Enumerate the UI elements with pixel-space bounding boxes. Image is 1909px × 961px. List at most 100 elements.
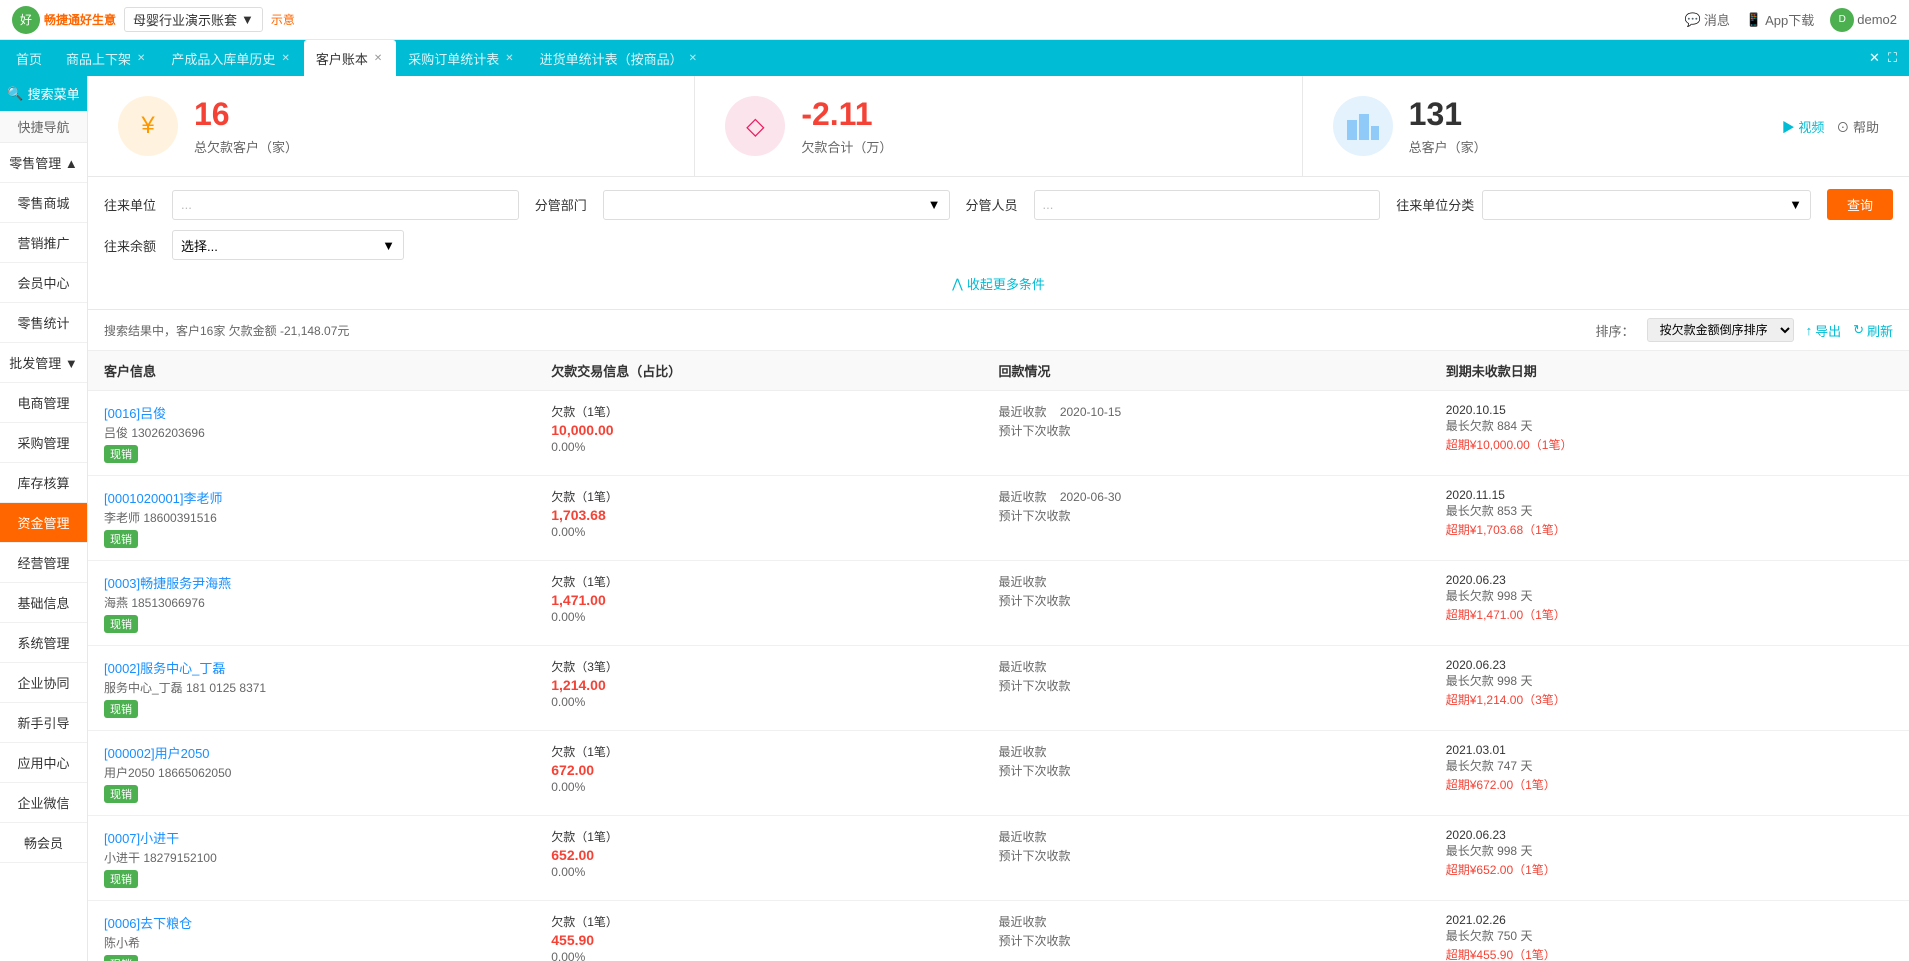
sidebar-item-retail-stats[interactable]: 零售统计 (0, 303, 87, 343)
tab-product-listing[interactable]: 商品上下架 ✕ (54, 40, 159, 76)
sidebar-item-purchase-mgmt[interactable]: 采购管理 (0, 423, 87, 463)
tab-label: 客户账本 (316, 49, 368, 68)
tab-purchase-order[interactable]: 采购订单统计表 ✕ (396, 40, 527, 76)
sidebar-item-app-center[interactable]: 应用中心 (0, 743, 87, 783)
payment-info-cell: 最近收款 预计下次收款 (999, 658, 1446, 694)
sort-select[interactable]: 按欠款金额倒序排序 (1647, 318, 1794, 342)
stat-label-debt-total: 欠款合计（万） (801, 137, 892, 156)
sidebar-item-member[interactable]: 畅会员 (0, 823, 87, 863)
close-icon[interactable]: ✕ (503, 51, 515, 66)
customer-name-link[interactable]: [000002]用户2050 (104, 746, 210, 761)
customer-phone: 小进干 18279152100 (104, 849, 551, 866)
sidebar-item-inventory[interactable]: 库存核算 (0, 463, 87, 503)
help-btn[interactable]: ⊙ 帮助 (1836, 117, 1879, 136)
overdue-link[interactable]: 超期¥652.00（1笔） (1446, 861, 1893, 878)
sidebar-item-enterprise-wechat[interactable]: 企业微信 (0, 783, 87, 823)
top-bar-right: 💬 消息 📱 App下载 D demo2 (1685, 8, 1897, 32)
tab-home[interactable]: 首页 (4, 40, 54, 76)
recent-payment-label: 最近收款 (999, 573, 1446, 590)
overdue-link[interactable]: 超期¥1,471.00（1笔） (1446, 606, 1893, 623)
close-icon[interactable]: ✕ (279, 51, 291, 66)
customer-tag: 现销 (104, 530, 138, 548)
app-download-btn[interactable]: 📱 App下载 (1746, 10, 1814, 29)
sidebar-item-label: 零售商城 (17, 196, 69, 211)
results-summary: 搜索结果中，客户16家 欠款金额 -21,148.07元 (104, 322, 349, 339)
tab-label: 首页 (16, 49, 42, 68)
query-button[interactable]: 查询 (1827, 189, 1893, 220)
filter-person: 分管人员 ... (966, 190, 1381, 220)
refresh-button[interactable]: ↻ 刷新 (1853, 321, 1893, 340)
results-actions: 排序： 按欠款金额倒序排序 ↑ 导出 ↻ 刷新 (1596, 318, 1893, 342)
customer-name-link[interactable]: [0006]去下粮仓 (104, 916, 192, 931)
collapse-button[interactable]: ⋀ 收起更多条件 (104, 270, 1893, 297)
sidebar-item-marketing[interactable]: 营销推广 (0, 223, 87, 263)
sidebar-item-enterprise-collab[interactable]: 企业协同 (0, 663, 87, 703)
payment-info-cell: 最近收款 预计下次收款 (999, 913, 1446, 949)
overdue-link[interactable]: 超期¥1,214.00（3笔） (1446, 691, 1893, 708)
debt-amount: 652.00 (551, 847, 998, 863)
sidebar-item-finance[interactable]: 资金管理 (0, 503, 87, 543)
message-btn[interactable]: 💬 消息 (1685, 10, 1730, 29)
customer-name-link[interactable]: [0002]服务中心_丁磊 (104, 661, 225, 676)
debt-amount: 672.00 (551, 762, 998, 778)
recent-payment-label: 最近收款 2020-10-15 (999, 403, 1446, 420)
export-icon: ↑ (1806, 323, 1813, 338)
user-menu[interactable]: D demo2 (1830, 8, 1897, 32)
sidebar-item-member-center[interactable]: 会员中心 (0, 263, 87, 303)
filter-label-from-unit: 往来单位 (104, 195, 164, 214)
sidebar-quick-nav-label: 快捷导航 (17, 117, 69, 136)
tab-maximize-icon[interactable]: ⛶ (1888, 50, 1897, 66)
overdue-link[interactable]: 超期¥672.00（1笔） (1446, 776, 1893, 793)
table-row: [0006]去下粮仓 陈小希 现销 欠款（1笔） 455.90 0.00% 最近… (88, 901, 1909, 961)
close-icon[interactable]: ✕ (135, 51, 147, 66)
tab-purchase-stats[interactable]: 进货单统计表（按商品） ✕ (528, 40, 711, 76)
customer-name-link[interactable]: [0007]小进干 (104, 831, 179, 846)
tab-product-history[interactable]: 产成品入库单历史 ✕ (159, 40, 303, 76)
brand-link[interactable]: 示意 (271, 11, 295, 28)
sidebar-item-retail-mgmt[interactable]: 零售管理 ▲ (0, 143, 87, 183)
customer-tag: 现销 (104, 870, 138, 888)
balance-select[interactable]: 选择... ▼ (172, 230, 404, 260)
sidebar-item-batch-mgmt[interactable]: 批发管理 ▼ (0, 343, 87, 383)
export-button[interactable]: ↑ 导出 (1806, 321, 1842, 340)
results-bar: 搜索结果中，客户16家 欠款金额 -21,148.07元 排序： 按欠款金额倒序… (88, 310, 1909, 351)
sidebar-item-system-mgmt[interactable]: 系统管理 (0, 623, 87, 663)
recent-payment-label: 最近收款 2020-06-30 (999, 488, 1446, 505)
customer-name-link[interactable]: [0001020001]李老师 (104, 491, 223, 506)
sidebar-item-label: 企业协同 (17, 676, 69, 691)
next-payment-label: 预计下次收款 (999, 762, 1446, 779)
sidebar-item-new-guide[interactable]: 新手引导 (0, 703, 87, 743)
overdue-link[interactable]: 超期¥10,000.00（1笔） (1446, 436, 1893, 453)
next-payment-label: 预计下次收款 (999, 932, 1446, 949)
overdue-link[interactable]: 超期¥455.90（1笔） (1446, 946, 1893, 961)
close-icon[interactable]: ✕ (372, 51, 384, 66)
debt-info-cell: 欠款（1笔） 672.00 0.00% (551, 743, 998, 794)
sidebar-item-ecommerce[interactable]: 电商管理 (0, 383, 87, 423)
store-selector[interactable]: 母婴行业演示账套 ▼ (124, 7, 263, 32)
dept-select[interactable]: ▼ (603, 190, 950, 220)
from-unit-input[interactable]: ... (172, 190, 519, 220)
close-icon[interactable]: ✕ (687, 51, 699, 66)
overdue-link[interactable]: 超期¥1,703.68（1笔） (1446, 521, 1893, 538)
content-area: ¥ 16 总欠款客户（家） ◇ -2.11 欠款合计（万） (88, 76, 1909, 961)
table-header: 客户信息 欠款交易信息（占比） 回款情况 到期未收款日期 (88, 351, 1909, 391)
tab-customer-account[interactable]: 客户账本 ✕ (304, 40, 396, 76)
debt-count: 欠款（1笔） (551, 488, 998, 505)
debt-ratio: 0.00% (551, 865, 998, 879)
sidebar-item-label: 经营管理 (17, 556, 69, 571)
sidebar-item-basic-info[interactable]: 基础信息 (0, 583, 87, 623)
customer-name-link[interactable]: [0016]吕俊 (104, 406, 166, 421)
avatar: D (1830, 8, 1854, 32)
sidebar-item-retail-mall[interactable]: 零售商城 (0, 183, 87, 223)
customer-name-link[interactable]: [0003]畅捷服务尹海燕 (104, 576, 231, 591)
stat-card-debt-total: ◇ -2.11 欠款合计（万） (695, 76, 1302, 176)
person-input[interactable]: ... (1034, 190, 1381, 220)
sidebar-item-label: 基础信息 (17, 596, 69, 611)
sidebar-quick-nav[interactable]: 快捷导航 (0, 111, 87, 143)
sidebar-search[interactable]: 🔍 搜索菜单 (0, 76, 87, 111)
video-btn[interactable]: ▶ 视频 (1782, 117, 1825, 136)
payment-info-cell: 最近收款 预计下次收款 (999, 573, 1446, 609)
unit-category-select[interactable]: ▼ (1482, 190, 1811, 220)
tab-minimize-icon[interactable]: ✕ (1869, 50, 1880, 66)
sidebar-item-operations[interactable]: 经营管理 (0, 543, 87, 583)
